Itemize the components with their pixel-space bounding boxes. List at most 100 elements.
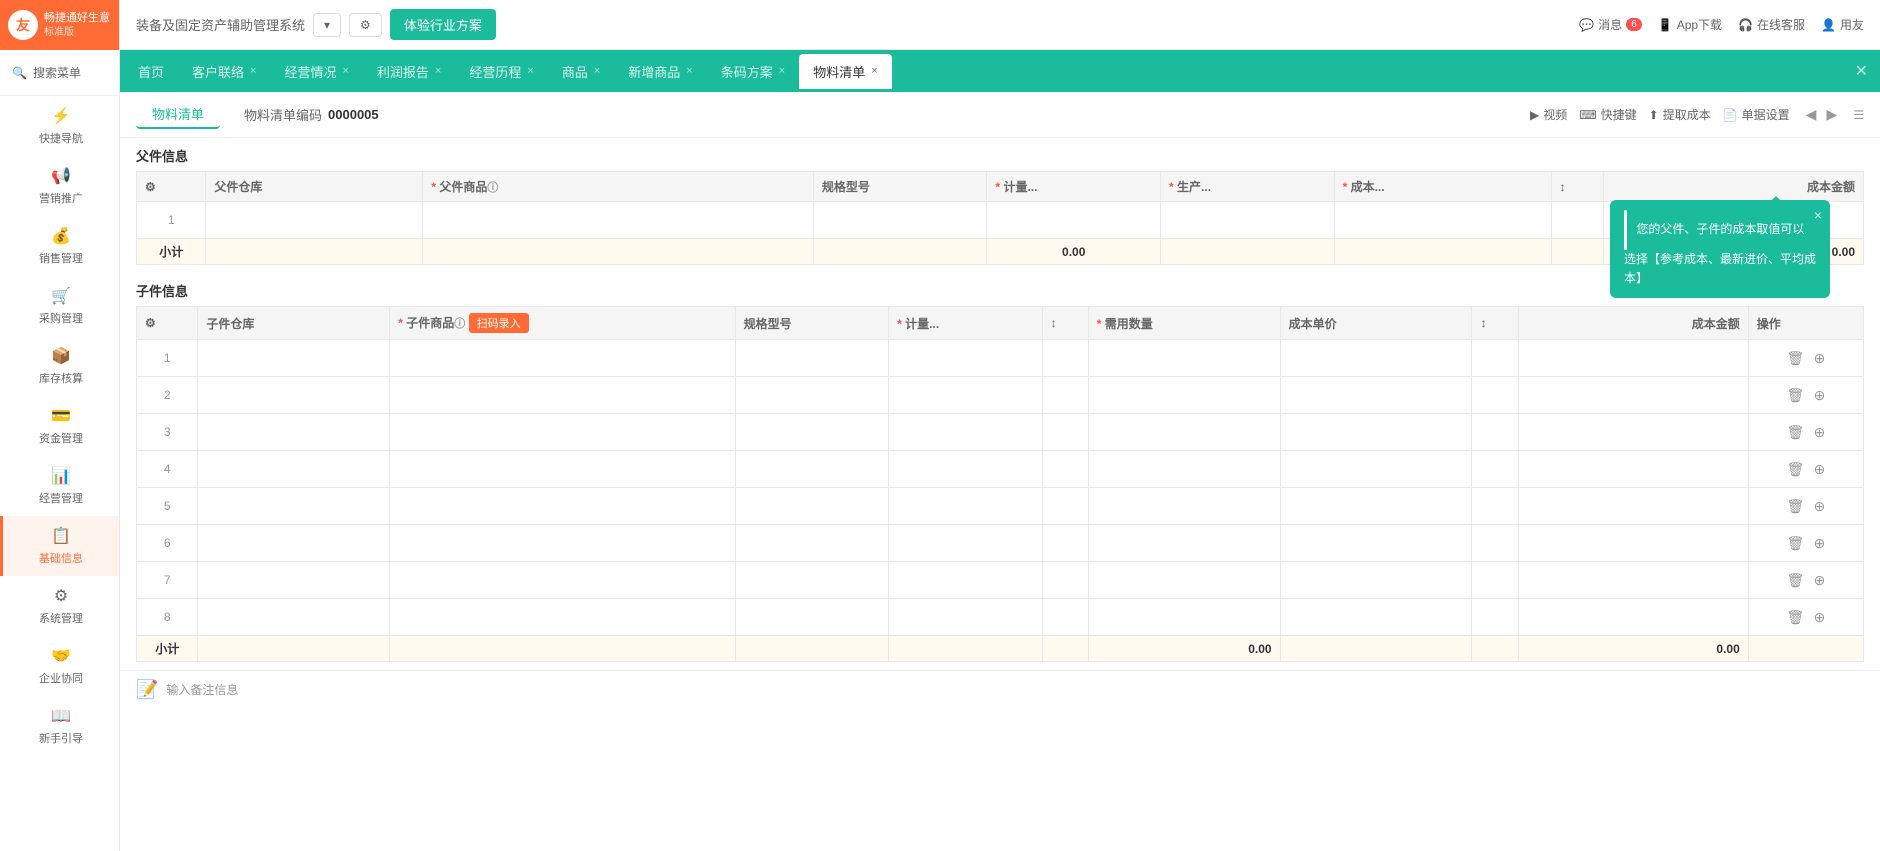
child-warehouse-7[interactable] [198,562,390,599]
copy-icon-6[interactable]: ⊕ [1814,535,1826,551]
child-needed-3[interactable] [1088,414,1280,451]
tab-profit[interactable]: 利润报告 × [363,54,455,89]
delete-icon-5[interactable]: 🗑 [1786,498,1804,514]
child-warehouse-8[interactable] [198,599,390,636]
message-item[interactable]: 💬 消息 6 [1579,16,1642,33]
tooltip-close-button[interactable]: × [1814,204,1822,226]
tab-barcode[interactable]: 条码方案 × [707,54,799,89]
child-product-7[interactable] [390,562,735,599]
child-needed-2[interactable] [1088,377,1280,414]
sidebar-item-purchase[interactable]: 🛒 采购管理 [0,276,119,336]
child-unit-2[interactable] [889,377,1043,414]
action-extract-cost[interactable]: ⬆ 提取成本 [1649,106,1711,123]
parent-spec-1[interactable] [813,202,987,239]
child-unitcost-1[interactable] [1280,340,1472,377]
action-doc-settings[interactable]: 📄 单据设置 [1723,106,1790,123]
sidebar-item-basic-info[interactable]: 📋 基础信息 [0,516,119,576]
child-product-5[interactable] [390,488,735,525]
child-product-2[interactable] [390,377,735,414]
child-unitcost-5[interactable] [1280,488,1472,525]
child-needed-5[interactable] [1088,488,1280,525]
child-needed-6[interactable] [1088,525,1280,562]
delete-icon-8[interactable]: 🗑 [1786,609,1804,625]
menu-icon[interactable]: ☰ [1853,108,1864,122]
tab-history[interactable]: 经营历程 × [455,54,547,89]
sub-tab-bom-list[interactable]: 物料清单 [136,100,220,129]
child-product-3[interactable] [390,414,735,451]
app-download-item[interactable]: 📱 App下载 [1658,16,1722,33]
sidebar-item-quick-nav[interactable]: ⚡ 快捷导航 [0,96,119,156]
sidebar-item-marketing[interactable]: 📢 营销推广 [0,156,119,216]
tab-bom-close[interactable]: × [871,65,877,77]
parent-product-1[interactable] [423,202,814,239]
child-spec-1[interactable] [735,340,889,377]
child-needed-4[interactable] [1088,451,1280,488]
child-unit-7[interactable] [889,562,1043,599]
copy-icon-5[interactable]: ⊕ [1814,498,1826,514]
sidebar-item-operations[interactable]: 📊 经营管理 [0,456,119,516]
dropdown-button[interactable]: ▾ [313,13,341,37]
child-unitcost-4[interactable] [1280,451,1472,488]
child-spec-5[interactable] [735,488,889,525]
sidebar-item-newbie[interactable]: 📖 新手引导 [0,696,119,756]
scan-button[interactable]: 扫码录入 [469,313,529,333]
sidebar-item-inventory[interactable]: 📦 库存核算 [0,336,119,396]
child-spec-4[interactable] [735,451,889,488]
next-arrow[interactable]: ▶ [1822,104,1841,125]
child-warehouse-6[interactable] [198,525,390,562]
sidebar-item-sales[interactable]: 💰 销售管理 [0,216,119,276]
child-needed-1[interactable] [1088,340,1280,377]
tab-goods[interactable]: 商品 × [548,54,614,89]
child-unit-8[interactable] [889,599,1043,636]
child-warehouse-1[interactable] [198,340,390,377]
delete-icon-2[interactable]: 🗑 [1786,387,1804,403]
child-unit-3[interactable] [889,414,1043,451]
tab-bom[interactable]: 物料清单 × [799,54,891,89]
tab-customer-close[interactable]: × [250,65,256,77]
copy-icon-2[interactable]: ⊕ [1814,387,1826,403]
sidebar-item-finance[interactable]: 💳 资金管理 [0,396,119,456]
sidebar-item-enterprise[interactable]: 🤝 企业协同 [0,636,119,696]
child-unitcost-6[interactable] [1280,525,1472,562]
parent-warehouse-1[interactable] [206,202,423,239]
tab-barcode-close[interactable]: × [779,65,785,77]
delete-icon-6[interactable]: 🗑 [1786,535,1804,551]
parent-unit-1[interactable] [987,202,1161,239]
child-unit-6[interactable] [889,525,1043,562]
sidebar-item-system[interactable]: ⚙ 系统管理 [0,576,119,636]
child-unit-4[interactable] [889,451,1043,488]
tab-profit-close[interactable]: × [435,65,441,77]
child-unit-1[interactable] [889,340,1043,377]
action-video[interactable]: ▶ 视频 [1530,106,1567,123]
child-spec-3[interactable] [735,414,889,451]
child-warehouse-2[interactable] [198,377,390,414]
child-product-6[interactable] [390,525,735,562]
delete-icon-7[interactable]: 🗑 [1786,572,1804,588]
delete-icon-3[interactable]: 🗑 [1786,424,1804,440]
child-warehouse-5[interactable] [198,488,390,525]
copy-icon-4[interactable]: ⊕ [1814,461,1826,477]
settings-button[interactable]: ⚙ [349,13,382,37]
child-unitcost-3[interactable] [1280,414,1472,451]
child-warehouse-4[interactable] [198,451,390,488]
parent-cost-1[interactable] [1334,202,1551,239]
child-product-4[interactable] [390,451,735,488]
close-all-tabs[interactable]: ✕ [1847,61,1876,81]
tab-home[interactable]: 首页 [124,54,178,89]
child-col-setting[interactable]: ⚙ [137,307,198,340]
search-menu-button[interactable]: 🔍 搜索菜单 [8,58,111,87]
child-unitcost-8[interactable] [1280,599,1472,636]
tab-customer[interactable]: 客户联络 × [178,54,270,89]
child-spec-2[interactable] [735,377,889,414]
parent-col-setting[interactable]: ⚙ [137,172,206,202]
copy-icon-7[interactable]: ⊕ [1814,572,1826,588]
try-industry-button[interactable]: 体验行业方案 [390,9,496,40]
tab-operations-status[interactable]: 经营情况 × [270,54,362,89]
copy-icon-8[interactable]: ⊕ [1814,609,1826,625]
tab-operations-close[interactable]: × [342,65,348,77]
add-row-icon[interactable]: 📝 [136,679,158,700]
child-needed-7[interactable] [1088,562,1280,599]
prev-arrow[interactable]: ◀ [1802,104,1821,125]
tab-goods-close[interactable]: × [594,65,600,77]
child-needed-8[interactable] [1088,599,1280,636]
